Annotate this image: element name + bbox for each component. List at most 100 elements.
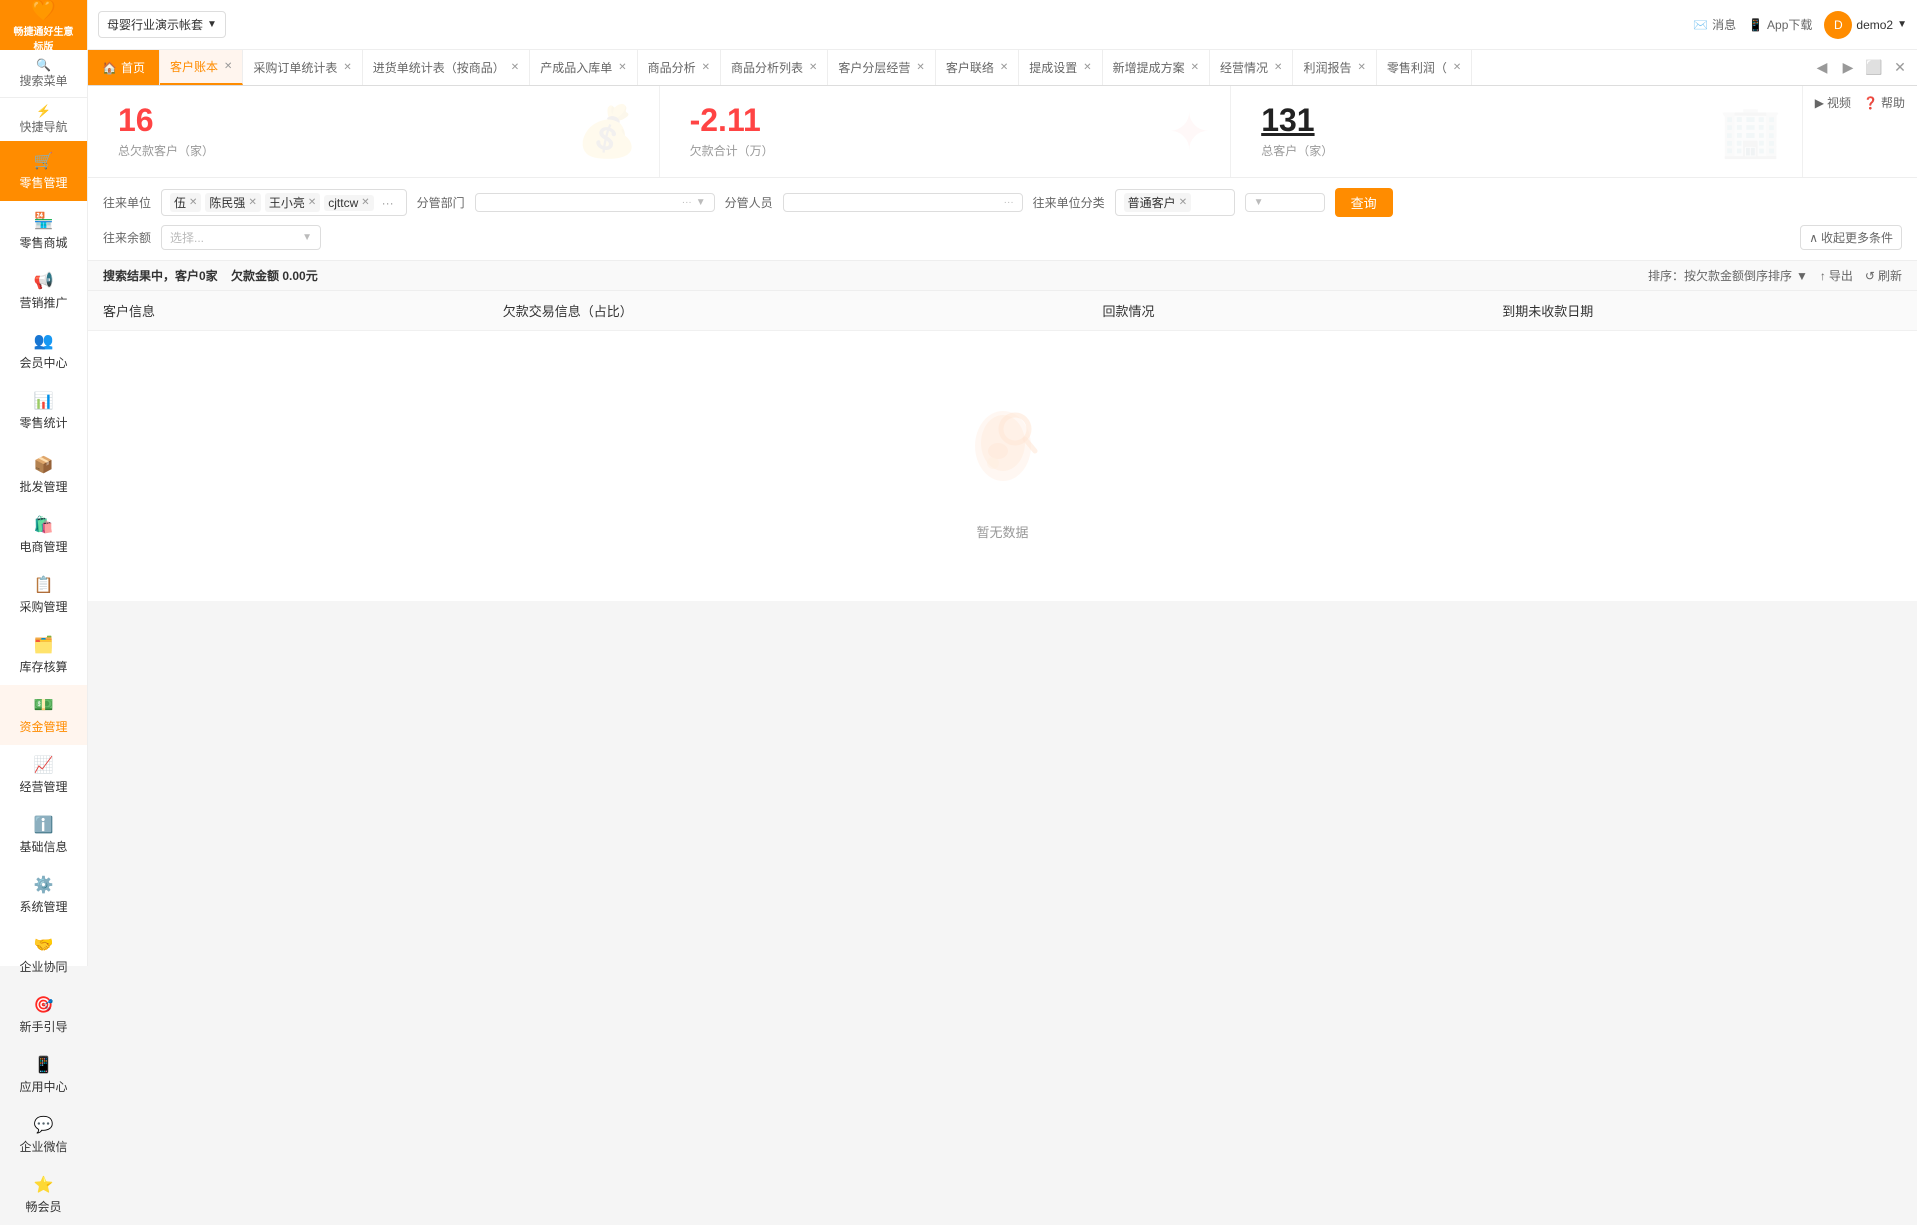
tab-close-product-analysis[interactable]: ✕ (702, 62, 710, 73)
message-button[interactable]: ✉️ 消息 (1693, 16, 1736, 33)
enterprise-wechat-icon: 💬 (34, 1115, 54, 1135)
unit-tag-3-close[interactable]: ✕ (308, 197, 316, 208)
unit-tag-1-close[interactable]: ✕ (189, 197, 197, 208)
tab-close-operations[interactable]: ✕ (1274, 62, 1282, 73)
debt-customers-value: 16 (118, 104, 154, 136)
unit-type-filter-input[interactable]: 普通客户 ✕ (1115, 189, 1235, 216)
sidebar-item-enterprise-wechat[interactable]: 💬 企业微信 (0, 1105, 87, 1165)
app-download-button[interactable]: 📱 App下载 (1748, 16, 1812, 33)
sidebar-item-operations-mgmt[interactable]: 📈 经营管理 (0, 745, 87, 805)
help-link[interactable]: ❓ 帮助 (1863, 94, 1905, 111)
tab-scroll-left[interactable]: ◀ (1811, 57, 1833, 79)
tab-close-accounts[interactable]: ✕ (224, 61, 232, 72)
tab-promo-settings[interactable]: 提成设置 ✕ (1019, 50, 1102, 85)
tab-purchase-order[interactable]: 采购订单统计表 ✕ (243, 50, 362, 85)
unit-tag-3: 王小亮 ✕ (265, 193, 320, 212)
sidebar-item-member-center[interactable]: 👥 会员中心 (0, 321, 87, 381)
balance-filter-select[interactable]: 选择... ▼ (161, 225, 321, 250)
tab-close-profit-report[interactable]: ✕ (1357, 62, 1365, 73)
tab-close-promo-settings[interactable]: ✕ (1083, 62, 1091, 73)
tab-retail-profit[interactable]: 零售利润（ ✕ (1377, 50, 1472, 85)
tab-close-new-promo[interactable]: ✕ (1191, 62, 1199, 73)
sidebar-item-system-mgmt[interactable]: ⚙️ 系统管理 (0, 865, 87, 925)
member-center-icon: 👥 (34, 331, 54, 351)
home-icon: 🏠 (102, 61, 117, 75)
unit-type-arrow-icon: ▼ (1254, 197, 1264, 208)
video-link[interactable]: ▶ 视频 (1815, 94, 1851, 111)
refresh-button[interactable]: ↺ 刷新 (1865, 267, 1902, 284)
sidebar-item-basic-info[interactable]: ℹ️ 基础信息 (0, 805, 87, 865)
unit-tag-1: 伍 ✕ (170, 193, 201, 212)
tab-close-retail-profit[interactable]: ✕ (1453, 62, 1461, 73)
sidebar-item-marketing[interactable]: 📢 营销推广 (0, 261, 87, 321)
sidebar-item-ecommerce-mgmt[interactable]: 🛍️ 电商管理 (0, 505, 87, 565)
sidebar-item-wholesale-mgmt[interactable]: 📦 批发管理 (0, 445, 87, 505)
table-col-repayment: 回款情况 (1102, 301, 1502, 320)
unit-type-tag-1-close[interactable]: ✕ (1179, 197, 1187, 208)
sidebar-label-member-center: 会员中心 (19, 354, 67, 371)
sidebar-item-inventory[interactable]: 🗂️ 库存核算 (0, 625, 87, 685)
export-button[interactable]: ↑ 导出 (1820, 267, 1853, 284)
tab-production-stock[interactable]: 产成品入库单 ✕ (530, 50, 637, 85)
dept-filter-select[interactable]: ··· ▼ (475, 193, 715, 212)
sidebar-item-retail-mgmt[interactable]: 🛒 零售管理 (0, 141, 87, 201)
tab-product-analysis-list[interactable]: 商品分析列表 ✕ (721, 50, 828, 85)
tab-customer-segment[interactable]: 客户分层经营 ✕ (828, 50, 935, 85)
sidebar-item-retail-stats[interactable]: 📊 零售统计 (0, 381, 87, 441)
sort-button[interactable]: 排序：按欠款金额倒序排序 ▼ (1648, 267, 1808, 284)
ecommerce-mgmt-icon: 🛍️ (34, 515, 54, 535)
tab-profit-report[interactable]: 利润报告 ✕ (1293, 50, 1376, 85)
unit-type-dropdown[interactable]: ▼ (1245, 193, 1325, 212)
vip-member-icon: ⭐ (34, 1175, 54, 1195)
unit-tag-4-close[interactable]: ✕ (361, 197, 369, 208)
unit-filter-more[interactable]: ··· (378, 194, 398, 212)
debt-amount-label: 欠款合计（万） (690, 142, 774, 159)
tab-close-stock-stats[interactable]: ✕ (511, 62, 519, 73)
unit-tag-2-close[interactable]: ✕ (248, 197, 256, 208)
tab-accounts[interactable]: 客户账本 ✕ (160, 50, 243, 85)
sidebar-item-retail-mall[interactable]: 🏪 零售商城 (0, 201, 87, 261)
sidebar-label-operations-mgmt: 经营管理 (19, 778, 67, 795)
person-filter-label: 分管人员 (725, 194, 773, 211)
tab-stock-stats[interactable]: 进货单统计表（按商品） ✕ (363, 50, 530, 85)
query-button[interactable]: 查询 (1335, 188, 1393, 217)
sidebar-label-app-center: 应用中心 (19, 1078, 67, 1095)
help-label: 帮助 (1881, 94, 1905, 111)
tab-scroll-right[interactable]: ▶ (1837, 57, 1859, 79)
tab-operations[interactable]: 经营情况 ✕ (1210, 50, 1293, 85)
sidebar-item-search[interactable]: 🔍 搜索菜单 (0, 50, 87, 98)
tab-close-all[interactable]: ✕ (1889, 57, 1911, 79)
page-content: 💰 16 总欠款客户（家） ✦ -2.11 欠款合计（万） 🏢 131 总客户（… (88, 86, 1917, 966)
sidebar-label-ecommerce-mgmt: 电商管理 (19, 538, 67, 555)
unit-filter-input[interactable]: 伍 ✕ 陈民强 ✕ 王小亮 ✕ cjttcw ✕ (161, 189, 407, 216)
person-filter-select[interactable]: ··· (783, 193, 1023, 212)
tab-new-promo[interactable]: 新增提成方案 ✕ (1103, 50, 1210, 85)
sidebar-item-enterprise-coop[interactable]: 🤝 企业协同 (0, 925, 87, 985)
sidebar-item-app-center[interactable]: 📱 应用中心 (0, 1045, 87, 1105)
sidebar-label-wholesale-mgmt: 批发管理 (19, 478, 67, 495)
tab-close-customer-contact[interactable]: ✕ (1000, 62, 1008, 73)
avatar: D (1824, 11, 1852, 39)
collapse-button[interactable]: ∧ 收起更多条件 (1800, 225, 1902, 250)
tab-label-operations: 经营情况 (1220, 59, 1268, 76)
tab-product-analysis[interactable]: 商品分析 ✕ (638, 50, 721, 85)
user-menu[interactable]: D demo2 ▼ (1824, 11, 1907, 39)
result-summary-text: 搜索结果中，客户0家 (103, 269, 218, 283)
sidebar-item-vip-member[interactable]: ⭐ 畅会员 (0, 1165, 87, 1225)
tab-close-purchase-order[interactable]: ✕ (343, 62, 351, 73)
sort-icon: ▼ (1796, 269, 1808, 283)
tab-customer-contact[interactable]: 客户联络 ✕ (936, 50, 1019, 85)
tab-close-production-stock[interactable]: ✕ (618, 62, 626, 73)
tab-close-customer-segment[interactable]: ✕ (916, 62, 924, 73)
tab-home[interactable]: 🏠 首页 (88, 50, 160, 85)
sidebar-item-quick-nav[interactable]: ⚡ 快捷导航 (0, 98, 87, 141)
sidebar-item-purchase-mgmt[interactable]: 📋 采购管理 (0, 565, 87, 625)
tab-close-product-analysis-list[interactable]: ✕ (809, 62, 817, 73)
sidebar-item-finance-mgmt[interactable]: 💵 资金管理 (0, 685, 87, 745)
sidebar-item-new-user-guide[interactable]: 🎯 新手引导 (0, 985, 87, 1045)
workspace-selector[interactable]: 母婴行业演示帐套 ▼ (98, 11, 226, 38)
tab-more[interactable]: ⬜ (1863, 57, 1885, 79)
dept-arrow-icon: ▼ (696, 197, 706, 208)
unit-filter-label: 往来单位 (103, 194, 151, 211)
sidebar-label-basic-info: 基础信息 (19, 838, 67, 855)
